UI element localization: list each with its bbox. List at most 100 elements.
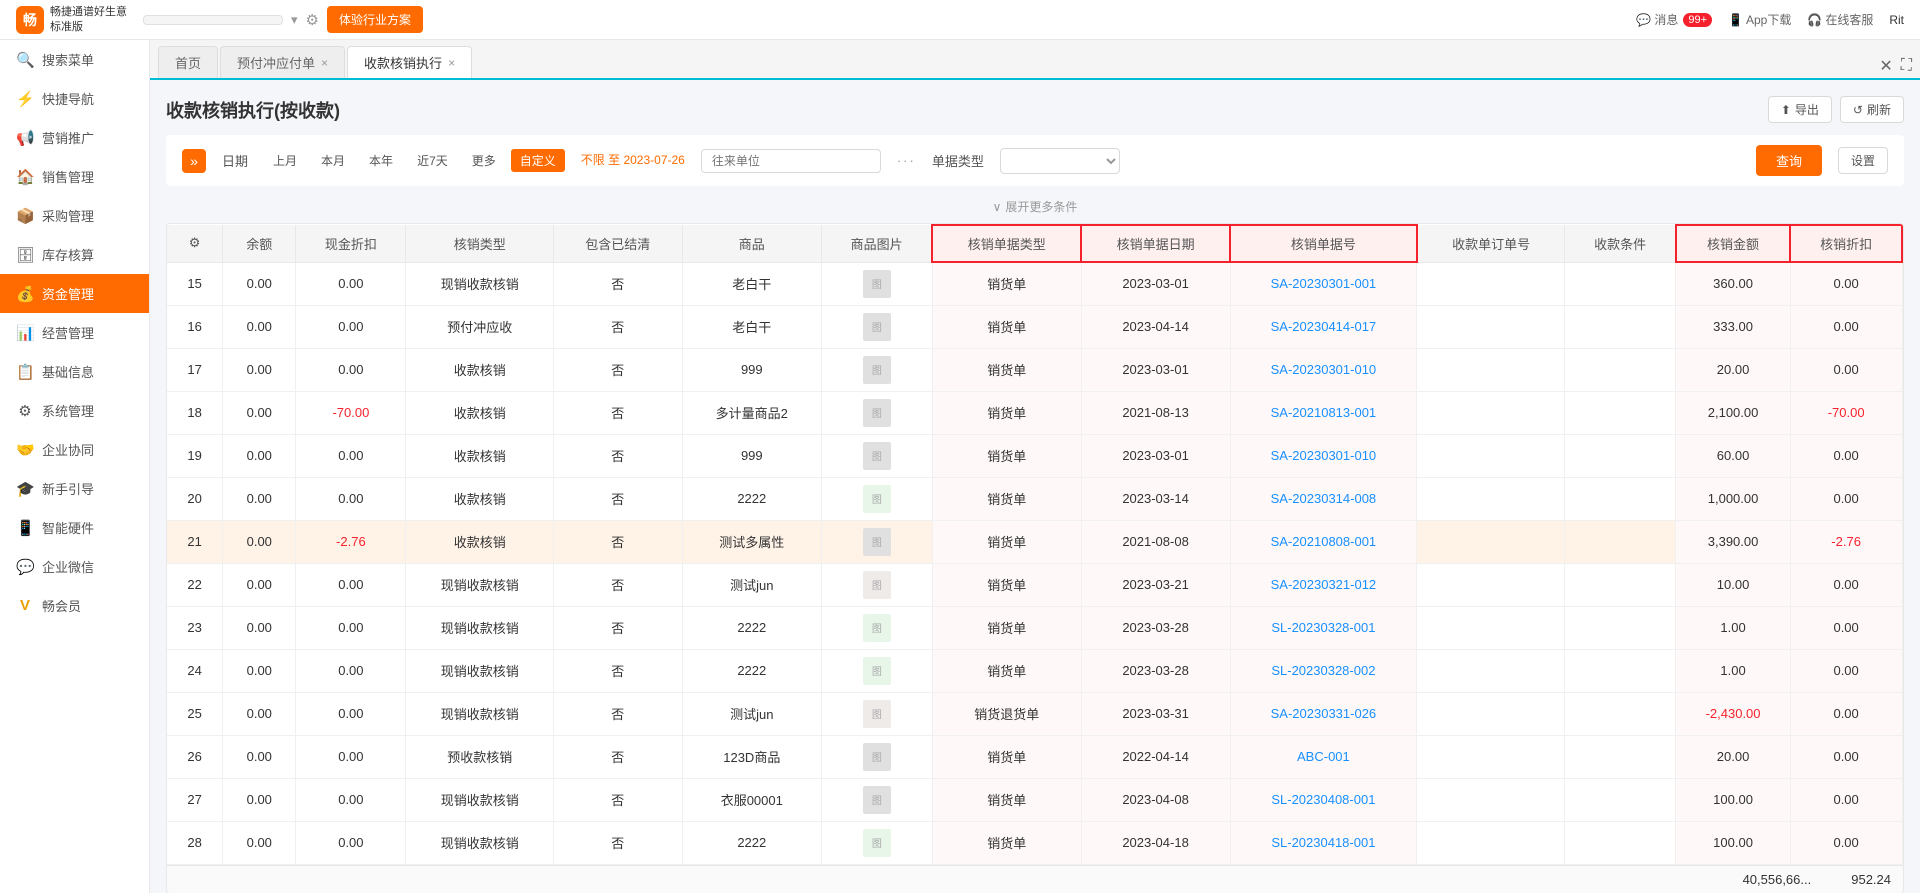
sidebar-item-operation[interactable]: 📊 经营管理 <box>0 313 149 352</box>
table-row: 17 0.00 0.00 收款核销 否 999 图 销货单 2023-03-01… <box>167 348 1902 391</box>
tab-maximize-icon[interactable]: ⛶ <box>1901 57 1912 75</box>
message-btn[interactable]: 💬 消息 99+ <box>1636 11 1712 28</box>
tab-prepay-close[interactable]: × <box>321 56 328 70</box>
sidebar-item-collab[interactable]: 🤝 企业协同 <box>0 430 149 469</box>
td-verify-type: 现销收款核销 <box>406 778 553 821</box>
td-verify-doc-no[interactable]: ABC-001 <box>1230 735 1417 778</box>
doc-no-link[interactable]: SA-20230314-008 <box>1271 491 1377 506</box>
td-verify-doc-no[interactable]: SA-20230414-017 <box>1230 305 1417 348</box>
filter-toggle[interactable]: » <box>182 149 206 173</box>
th-verify-type: 核销类型 <box>406 225 553 262</box>
doc-no-link[interactable]: SL-20230328-001 <box>1271 620 1375 635</box>
doc-no-link[interactable]: SL-20230418-001 <box>1271 835 1375 850</box>
td-verify-doc-no[interactable]: SA-20210813-001 <box>1230 391 1417 434</box>
table-row: 22 0.00 0.00 现销收款核销 否 测试jun 图 销货单 2023-0… <box>167 563 1902 606</box>
td-verify-doc-no[interactable]: SA-20230301-010 <box>1230 434 1417 477</box>
td-goods-img: 图 <box>821 606 932 649</box>
td-verify-doc-no[interactable]: SA-20230331-026 <box>1230 692 1417 735</box>
partner-input[interactable] <box>701 149 881 173</box>
date-btn-this-month[interactable]: 本月 <box>312 149 354 172</box>
user-name[interactable]: Rit <box>1889 13 1904 27</box>
td-verify-doc-no[interactable]: SL-20230328-001 <box>1230 606 1417 649</box>
query-btn[interactable]: 查询 <box>1756 145 1822 176</box>
date-btn-this-year[interactable]: 本年 <box>360 149 402 172</box>
sidebar-item-hardware[interactable]: 📱 智能硬件 <box>0 508 149 547</box>
doc-no-link[interactable]: SA-20230414-017 <box>1271 319 1377 334</box>
td-verify-doc-type: 销货单 <box>932 348 1081 391</box>
td-receipt-cond <box>1565 305 1676 348</box>
date-btn-custom[interactable]: 自定义 <box>511 149 565 172</box>
doc-no-link[interactable]: SA-20210813-001 <box>1271 405 1377 420</box>
td-goods-img: 图 <box>821 262 932 305</box>
sidebar-item-newbie[interactable]: 🎓 新手引导 <box>0 469 149 508</box>
sidebar-item-finance[interactable]: 💰 资金管理 <box>0 274 149 313</box>
th-verify-doc-type: 核销单据类型 <box>932 225 1081 262</box>
td-receipt-cond <box>1565 563 1676 606</box>
tab-verify-close[interactable]: × <box>448 56 455 70</box>
sidebar-label-system: 系统管理 <box>42 401 94 420</box>
export-btn[interactable]: ⬆ 导出 <box>1768 96 1832 123</box>
th-cash-discount: 现金折扣 <box>296 225 406 262</box>
td-verify-discount: 0.00 <box>1790 606 1902 649</box>
doc-no-link[interactable]: SL-20230328-002 <box>1271 663 1375 678</box>
td-verify-doc-no[interactable]: SA-20230301-010 <box>1230 348 1417 391</box>
doc-no-link[interactable]: SA-20230321-012 <box>1271 577 1377 592</box>
td-receipt-order-no <box>1417 563 1565 606</box>
doc-no-link[interactable]: ABC-001 <box>1297 749 1350 764</box>
td-verify-doc-no[interactable]: SA-20230321-012 <box>1230 563 1417 606</box>
tab-close-all-icon[interactable]: ✕ <box>1879 56 1892 76</box>
finance-icon: 💰 <box>16 285 34 303</box>
tab-verify[interactable]: 收款核销执行 × <box>347 46 472 78</box>
app-icon: 📱 <box>1728 13 1743 27</box>
td-verify-doc-no[interactable]: SA-20210808-001 <box>1230 520 1417 563</box>
sidebar-item-purchase[interactable]: 📦 采购管理 <box>0 196 149 235</box>
setting-btn[interactable]: 设置 <box>1838 147 1888 174</box>
doc-no-link[interactable]: SA-20230331-026 <box>1271 706 1377 721</box>
date-label: 日期 <box>222 151 248 170</box>
date-btn-more[interactable]: 更多 <box>463 149 505 172</box>
refresh-btn[interactable]: ↺ 刷新 <box>1840 96 1904 123</box>
tab-prepay[interactable]: 预付冲应付单 × <box>220 46 345 78</box>
date-btn-last-month[interactable]: 上月 <box>264 149 306 172</box>
expand-more[interactable]: ∨ 展开更多条件 <box>166 194 1904 219</box>
td-verify-doc-no[interactable]: SL-20230418-001 <box>1230 821 1417 864</box>
td-verify-amount: 60.00 <box>1676 434 1790 477</box>
td-receipt-cond <box>1565 262 1676 305</box>
td-settled: 否 <box>553 262 682 305</box>
sidebar-item-inventory[interactable]: 🗄 库存核算 <box>0 235 149 274</box>
sidebar-item-sales[interactable]: 🏠 销售管理 <box>0 157 149 196</box>
doc-no-link[interactable]: SA-20230301-010 <box>1271 362 1377 377</box>
tab-home[interactable]: 首页 <box>158 46 218 78</box>
hardware-icon: 📱 <box>16 519 34 537</box>
doc-type-select[interactable] <box>1000 148 1120 174</box>
online-support-btn[interactable]: 🎧 在线客服 <box>1807 11 1873 28</box>
app-download-btn[interactable]: 📱 App下载 <box>1728 11 1791 28</box>
doc-type-label: 单据类型 <box>932 151 984 170</box>
th-verify-doc-date: 核销单据日期 <box>1081 225 1230 262</box>
doc-no-link[interactable]: SA-20210808-001 <box>1271 534 1377 549</box>
sidebar-item-info[interactable]: 📋 基础信息 <box>0 352 149 391</box>
sidebar-item-wechat[interactable]: 💬 企业微信 <box>0 547 149 586</box>
td-verify-doc-no[interactable]: SL-20230328-002 <box>1230 649 1417 692</box>
sidebar-item-system[interactable]: ⚙ 系统管理 <box>0 391 149 430</box>
sidebar-label-hardware: 智能硬件 <box>42 518 94 537</box>
th-gear: ⚙ <box>167 225 223 262</box>
sidebar-label-member: 畅会员 <box>42 596 81 615</box>
date-btn-7days[interactable]: 近7天 <box>408 149 457 172</box>
td-verify-doc-no[interactable]: SA-20230314-008 <box>1230 477 1417 520</box>
td-verify-doc-no[interactable]: SL-20230408-001 <box>1230 778 1417 821</box>
td-balance: 0.00 <box>223 348 296 391</box>
sidebar-item-search[interactable]: 🔍 搜索菜单 <box>0 40 149 79</box>
sidebar-item-nav[interactable]: ⚡ 快捷导航 <box>0 79 149 118</box>
settings-icon[interactable]: ⚙ <box>306 11 319 29</box>
doc-no-link[interactable]: SA-20230301-010 <box>1271 448 1377 463</box>
table-row: 20 0.00 0.00 收款核销 否 2222 图 销货单 2023-03-1… <box>167 477 1902 520</box>
td-cash-discount: 0.00 <box>296 692 406 735</box>
dropdown-icon[interactable]: ▾ <box>291 12 298 28</box>
doc-no-link[interactable]: SA-20230301-001 <box>1271 276 1377 291</box>
sidebar-item-marketing[interactable]: 📢 营销推广 <box>0 118 149 157</box>
doc-no-link[interactable]: SL-20230408-001 <box>1271 792 1375 807</box>
industry-btn[interactable]: 体验行业方案 <box>327 6 423 33</box>
td-verify-doc-no[interactable]: SA-20230301-001 <box>1230 262 1417 305</box>
sidebar-item-member[interactable]: V 畅会员 <box>0 586 149 625</box>
